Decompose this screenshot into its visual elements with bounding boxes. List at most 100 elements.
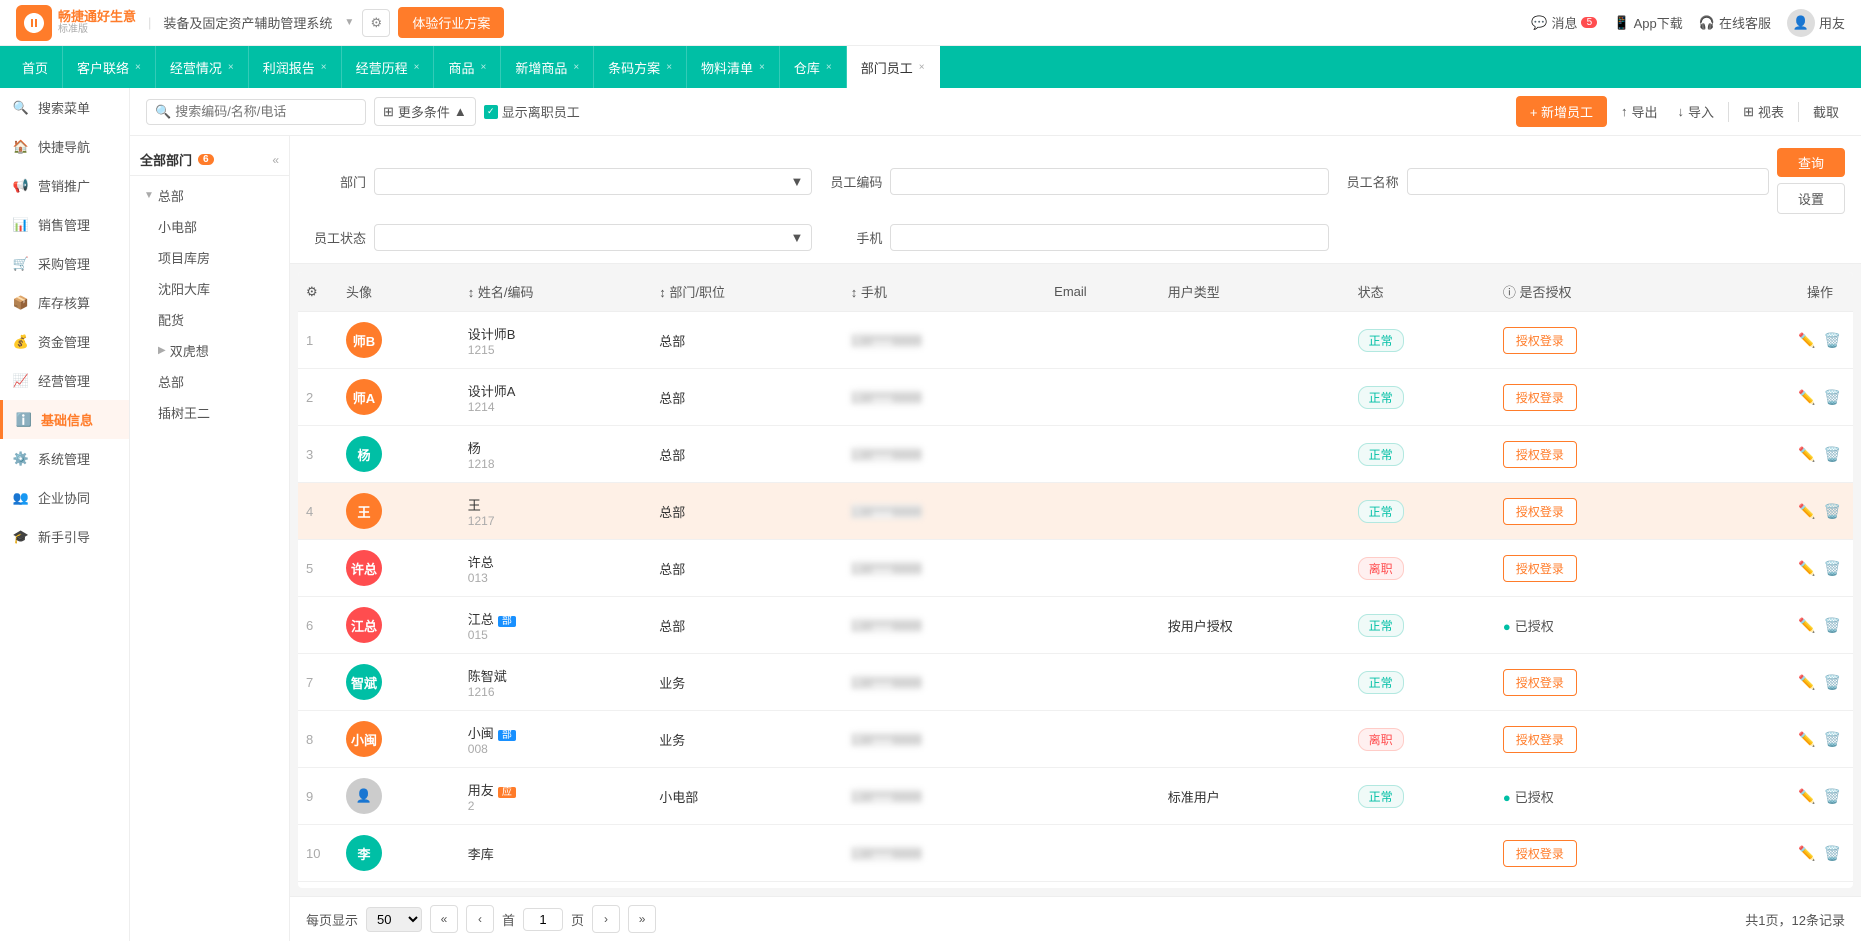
first-page-btn[interactable]: « xyxy=(430,905,458,933)
view-button[interactable]: ⊞ 视表 xyxy=(1737,98,1790,125)
dept-item-chashuwang[interactable]: 插树王二 xyxy=(130,397,289,428)
dept-item-peihuo[interactable]: 配货 xyxy=(130,304,289,335)
close-icon[interactable]: × xyxy=(573,62,579,73)
delete-icon[interactable]: 🗑️ xyxy=(1824,332,1841,349)
collapse-icon[interactable]: « xyxy=(272,153,279,167)
tab-customer[interactable]: 客户联络× xyxy=(63,46,156,88)
sidebar-item-sales[interactable]: 📊 销售管理 xyxy=(0,205,129,244)
tab-new-goods[interactable]: 新增商品× xyxy=(501,46,594,88)
empname-filter-input[interactable] xyxy=(1407,168,1769,195)
sidebar-item-mgmt[interactable]: 📈 经营管理 xyxy=(0,361,129,400)
dept-item-xiangmu[interactable]: 项目库房 xyxy=(130,242,289,273)
auth-login-btn[interactable]: 授权登录 xyxy=(1503,726,1577,753)
sidebar-item-purchase[interactable]: 🛒 采购管理 xyxy=(0,244,129,283)
close-icon[interactable]: × xyxy=(759,62,765,73)
message-action[interactable]: 💬 消息 5 xyxy=(1531,13,1597,32)
import-button[interactable]: ↓ 导入 xyxy=(1672,98,1721,125)
sidebar-item-search[interactable]: 🔍 搜索菜单 xyxy=(0,88,129,127)
edit-icon[interactable]: ✏️ xyxy=(1798,788,1815,805)
dept-item-shuanghuxiang[interactable]: ▶ 双虎想 xyxy=(130,335,289,366)
close-icon[interactable]: × xyxy=(826,62,832,73)
auth-login-btn[interactable]: 授权登录 xyxy=(1503,555,1577,582)
more-button[interactable]: 截取 xyxy=(1807,98,1845,125)
auth-login-btn[interactable]: 授权登录 xyxy=(1503,384,1577,411)
auth-login-btn[interactable]: 授权登录 xyxy=(1503,498,1577,525)
sidebar-item-marketing[interactable]: 📢 营销推广 xyxy=(0,166,129,205)
next-page-btn[interactable]: › xyxy=(592,905,620,933)
sidebar-item-basic[interactable]: ℹ️ 基础信息 xyxy=(0,400,129,439)
more-filter-btn[interactable]: ⊞ 更多条件 ▲ xyxy=(374,97,476,126)
edit-icon[interactable]: ✏️ xyxy=(1798,731,1815,748)
sidebar-item-collab[interactable]: 👥 企业协同 xyxy=(0,478,129,517)
sidebar-item-nav[interactable]: 🏠 快捷导航 xyxy=(0,127,129,166)
empcode-filter-input[interactable] xyxy=(890,168,1328,195)
online-service-action[interactable]: 🎧 在线客服 xyxy=(1699,13,1771,32)
dept-filter-select[interactable]: ▼ xyxy=(374,168,812,195)
page-size-select[interactable]: 50 20 100 xyxy=(366,907,422,932)
delete-icon[interactable]: 🗑️ xyxy=(1824,731,1841,748)
col-dept[interactable]: ↕ 部门/职位 xyxy=(651,272,842,312)
delete-icon[interactable]: 🗑️ xyxy=(1824,845,1841,862)
edit-icon[interactable]: ✏️ xyxy=(1798,560,1815,577)
delete-icon[interactable]: 🗑️ xyxy=(1824,560,1841,577)
search-input-wrap[interactable]: 🔍 xyxy=(146,99,366,125)
set-button[interactable]: 设置 xyxy=(1777,183,1845,214)
delete-icon[interactable]: 🗑️ xyxy=(1824,446,1841,463)
dept-item-xiaodianbu[interactable]: 小电部 xyxy=(130,211,289,242)
delete-icon[interactable]: 🗑️ xyxy=(1824,617,1841,634)
settings-icon-btn[interactable]: ⚙ xyxy=(362,9,390,37)
export-button[interactable]: ↑ 导出 xyxy=(1615,98,1664,125)
dept-item-zongbu-parent[interactable]: ▼ 总部 xyxy=(130,180,289,211)
close-icon[interactable]: × xyxy=(414,62,420,73)
prev-page-btn[interactable]: ‹ xyxy=(466,905,494,933)
edit-icon[interactable]: ✏️ xyxy=(1798,446,1815,463)
system-title-chevron[interactable]: ▼ xyxy=(344,17,354,28)
edit-icon[interactable]: ✏️ xyxy=(1798,503,1815,520)
col-settings[interactable]: ⚙ xyxy=(298,272,338,312)
dept-item-shenyang[interactable]: 沈阳大库 xyxy=(130,273,289,304)
tab-warehouse[interactable]: 仓库× xyxy=(780,46,847,88)
edit-icon[interactable]: ✏️ xyxy=(1798,617,1815,634)
close-icon[interactable]: × xyxy=(919,62,925,73)
sidebar-item-finance[interactable]: 💰 资金管理 xyxy=(0,322,129,361)
edit-icon[interactable]: ✏️ xyxy=(1798,845,1815,862)
tab-bom[interactable]: 物料清单× xyxy=(687,46,780,88)
sidebar-item-inventory[interactable]: 📦 库存核算 xyxy=(0,283,129,322)
edit-icon[interactable]: ✏️ xyxy=(1798,332,1815,349)
edit-icon[interactable]: ✏️ xyxy=(1798,389,1815,406)
status-filter-select[interactable]: ▼ xyxy=(374,224,812,251)
phone-filter-input[interactable] xyxy=(890,224,1328,251)
tab-home[interactable]: 首页 xyxy=(8,46,63,88)
tab-operation[interactable]: 经营情况× xyxy=(156,46,249,88)
search-input[interactable] xyxy=(175,104,355,119)
tab-profit[interactable]: 利润报告× xyxy=(249,46,342,88)
close-icon[interactable]: × xyxy=(135,62,141,73)
delete-icon[interactable]: 🗑️ xyxy=(1824,674,1841,691)
trial-button[interactable]: 体验行业方案 xyxy=(398,7,504,38)
page-input[interactable] xyxy=(523,908,563,931)
app-download-action[interactable]: 📱 App下载 xyxy=(1613,13,1682,32)
auth-login-btn[interactable]: 授权登录 xyxy=(1503,669,1577,696)
tab-dept-staff[interactable]: 部门员工× xyxy=(847,46,940,88)
query-button[interactable]: 查询 xyxy=(1777,148,1845,177)
dept-item-zongbu[interactable]: 总部 xyxy=(130,366,289,397)
tab-history[interactable]: 经营历程× xyxy=(342,46,435,88)
delete-icon[interactable]: 🗑️ xyxy=(1824,389,1841,406)
close-icon[interactable]: × xyxy=(480,62,486,73)
add-employee-button[interactable]: + 新增员工 xyxy=(1516,96,1607,127)
col-phone[interactable]: ↕ 手机 xyxy=(843,272,1046,312)
sidebar-item-system[interactable]: ⚙️ 系统管理 xyxy=(0,439,129,478)
close-icon[interactable]: × xyxy=(666,62,672,73)
user-action[interactable]: 👤 用友 xyxy=(1787,9,1845,37)
show-resigned-toggle[interactable]: ✓ 显示离职员工 xyxy=(484,102,580,121)
sidebar-item-guide[interactable]: 🎓 新手引导 xyxy=(0,517,129,556)
auth-login-btn[interactable]: 授权登录 xyxy=(1503,441,1577,468)
tab-barcode[interactable]: 条码方案× xyxy=(594,46,687,88)
close-icon[interactable]: × xyxy=(321,62,327,73)
auth-login-btn[interactable]: 授权登录 xyxy=(1503,840,1577,867)
dept-all[interactable]: 全部部门 6 xyxy=(140,150,214,169)
delete-icon[interactable]: 🗑️ xyxy=(1824,503,1841,520)
col-name[interactable]: ↕ 姓名/编码 xyxy=(460,272,651,312)
edit-icon[interactable]: ✏️ xyxy=(1798,674,1815,691)
auth-login-btn[interactable]: 授权登录 xyxy=(1503,327,1577,354)
